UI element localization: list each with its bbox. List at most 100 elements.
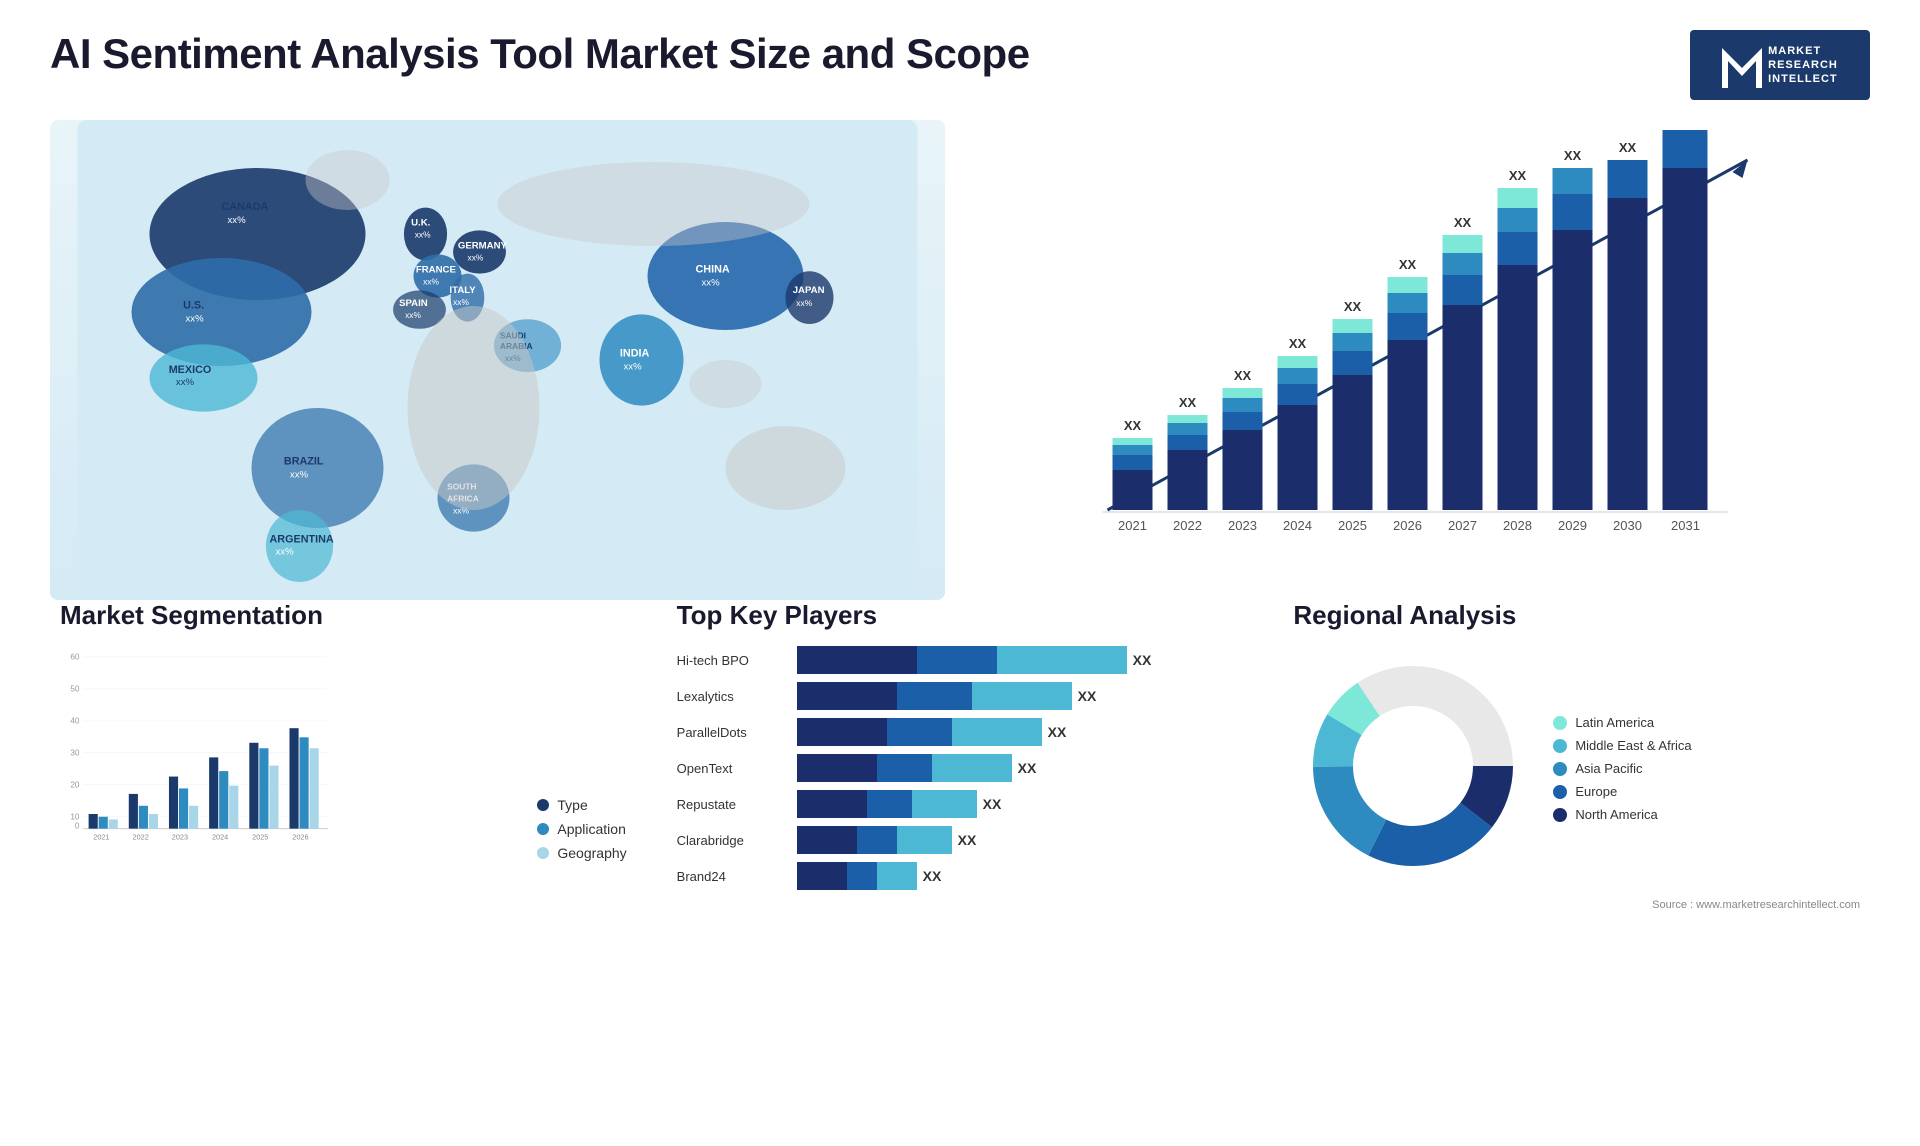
app-dot [537,823,549,835]
reg-legend-latin: Latin America [1553,715,1691,730]
segmentation-chart-svg: 60 50 40 30 20 10 0 [60,646,340,856]
reg-legend-mea: Middle East & Africa [1553,738,1691,753]
svg-text:xx%: xx% [415,230,431,240]
svg-text:ITALY: ITALY [450,285,477,296]
seg-legend: Type Application Geography [537,797,626,861]
reg-legend-europe: Europe [1553,784,1691,799]
svg-text:XX: XX [1124,418,1142,433]
bottom-grid: Market Segmentation 60 50 40 30 20 10 0 [50,590,1870,921]
svg-text:GERMANY: GERMANY [458,240,508,251]
player-row: Hi-tech BPO XX [677,646,1244,674]
player-row: Clarabridge XX [677,826,1244,854]
player-name: Brand24 [677,869,787,884]
svg-text:MEXICO: MEXICO [169,364,212,376]
player-bar-container: XX [797,862,1244,890]
svg-text:ARGENTINA: ARGENTINA [270,533,334,545]
svg-text:xx%: xx% [624,362,643,373]
regional-title: Regional Analysis [1293,600,1860,631]
player-bar-container: XX [797,646,1244,674]
player-name: Hi-tech BPO [677,653,787,668]
svg-text:2024: 2024 [212,833,228,842]
page-container: AI Sentiment Analysis Tool Market Size a… [0,0,1920,1146]
svg-text:XX: XX [1564,148,1582,163]
svg-text:xx%: xx% [186,314,205,325]
players-title: Top Key Players [677,600,1244,631]
world-map-svg: CANADA xx% U.S. xx% MEXICO xx% BRAZIL xx… [50,120,945,600]
europe-dot [1553,785,1567,799]
svg-text:xx%: xx% [796,298,812,308]
svg-text:xx%: xx% [468,252,484,262]
player-bar [797,682,1072,710]
player-name: OpenText [677,761,787,776]
player-name: Lexalytics [677,689,787,704]
regional-section: Regional Analysis [1283,590,1870,921]
svg-text:2026: 2026 [1393,518,1422,533]
player-row: OpenText XX [677,754,1244,782]
svg-text:XX: XX [1509,168,1527,183]
logo-text: MARKET RESEARCH INTELLECT [1768,44,1838,87]
svg-text:2031: 2031 [1671,518,1700,533]
player-bar [797,646,1127,674]
svg-text:2025: 2025 [1338,518,1367,533]
svg-text:SPAIN: SPAIN [399,298,428,309]
reg-legend-asia: Asia Pacific [1553,761,1691,776]
svg-text:JAPAN: JAPAN [793,285,825,296]
logo-m-icon [1722,43,1762,88]
svg-text:2024: 2024 [1283,518,1312,533]
donut-container: Latin America Middle East & Africa Asia … [1293,646,1860,891]
seg-chart-row: 60 50 40 30 20 10 0 [60,646,627,861]
seg-bar-area: 60 50 40 30 20 10 0 [60,646,497,861]
svg-text:2023: 2023 [172,833,188,842]
svg-text:xx%: xx% [405,310,421,320]
svg-text:2022: 2022 [133,833,149,842]
player-bar [797,718,1042,746]
svg-text:2029: 2029 [1558,518,1587,533]
svg-text:20: 20 [70,781,80,790]
svg-text:XX: XX [1289,336,1307,351]
svg-text:0: 0 [75,822,80,831]
svg-text:XX: XX [1399,257,1417,272]
logo-box: MARKET RESEARCH INTELLECT [1690,30,1870,100]
svg-text:10: 10 [70,812,80,821]
player-row: ParallelDots XX [677,718,1244,746]
svg-text:xx%: xx% [290,470,309,481]
svg-text:2021: 2021 [93,833,109,842]
header: AI Sentiment Analysis Tool Market Size a… [50,30,1870,100]
legend-item-geo: Geography [537,845,626,861]
svg-text:xx%: xx% [423,276,439,286]
segmentation-title: Market Segmentation [60,600,627,631]
svg-text:XX: XX [1179,395,1197,410]
player-name: Repustate [677,797,787,812]
svg-text:2027: 2027 [1448,518,1477,533]
player-row: Repustate XX [677,790,1244,818]
svg-text:XX: XX [1454,215,1472,230]
legend-item-type: Type [537,797,626,813]
svg-text:XX: XX [1234,368,1252,383]
logo-area: MARKET RESEARCH INTELLECT [1690,30,1870,100]
svg-text:xx%: xx% [702,278,721,289]
player-name: Clarabridge [677,833,787,848]
player-row: Lexalytics XX [677,682,1244,710]
na-dot [1553,808,1567,822]
player-name: ParallelDots [677,725,787,740]
player-bar-container: XX [797,790,1244,818]
player-bar-container: XX [797,754,1244,782]
source-line: Source : www.marketresearchintellect.com [1293,899,1860,911]
svg-text:40: 40 [70,717,80,726]
asia-dot [1553,762,1567,776]
player-bar-container: XX [797,718,1244,746]
type-dot [537,799,549,811]
svg-text:CANADA: CANADA [222,201,269,213]
player-bar-container: XX [797,682,1244,710]
svg-text:2025: 2025 [252,833,268,842]
svg-text:CHINA: CHINA [696,263,730,275]
svg-text:2022: 2022 [1173,518,1202,533]
player-bar [797,754,1012,782]
segmentation-section: Market Segmentation 60 50 40 30 20 10 0 [50,590,637,921]
big-chart-section: XX XX XX XX [975,120,1870,600]
svg-text:INDIA: INDIA [620,347,650,359]
svg-text:xx%: xx% [228,215,247,226]
svg-text:50: 50 [70,685,80,694]
svg-text:30: 30 [70,749,80,758]
svg-text:U.K.: U.K. [411,218,430,229]
